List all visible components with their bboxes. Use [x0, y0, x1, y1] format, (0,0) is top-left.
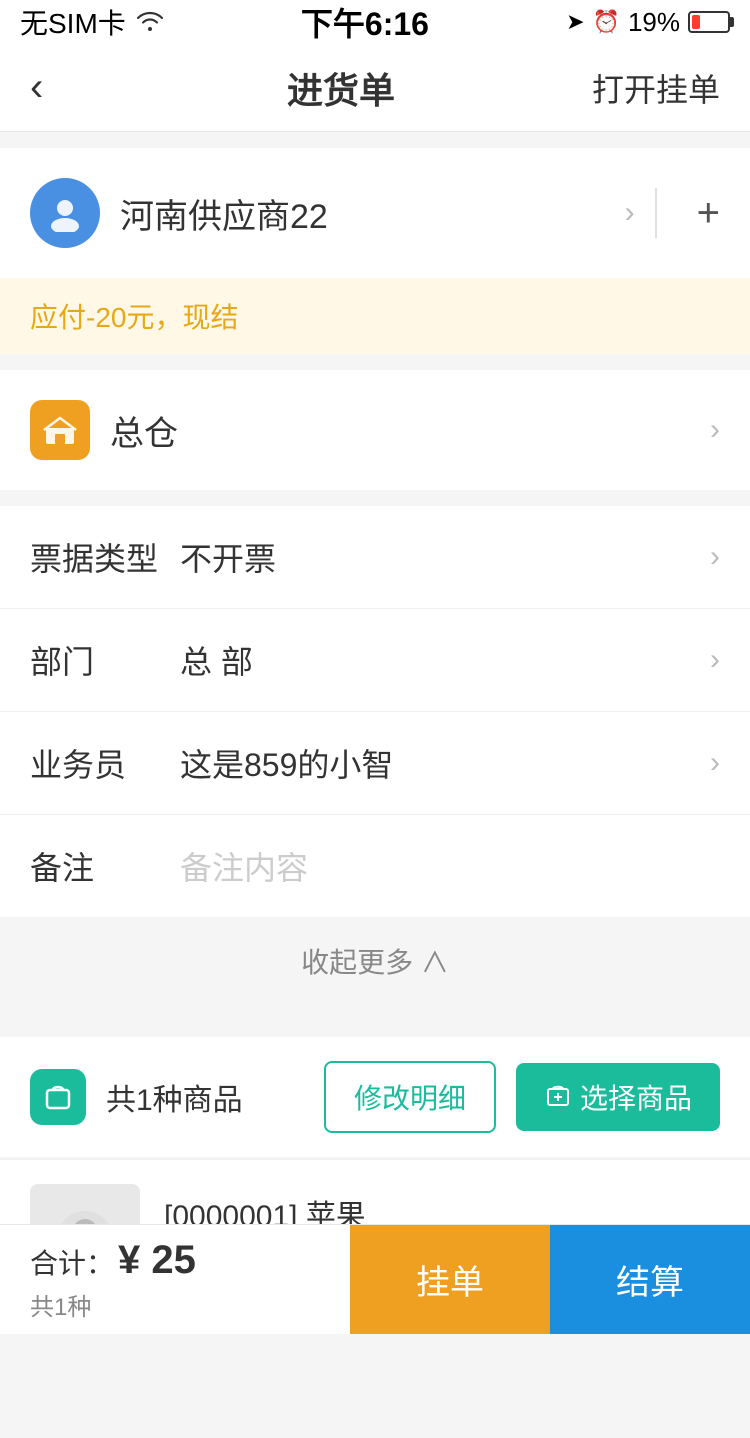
edit-details-button[interactable]: 修改明细 — [324, 1061, 496, 1133]
department-chevron-icon: › — [710, 643, 720, 677]
add-supplier-button[interactable]: + — [697, 191, 720, 236]
supplier-avatar — [30, 178, 100, 248]
department-row[interactable]: 部门 总 部 › — [0, 609, 750, 712]
salesperson-chevron-icon: › — [710, 746, 720, 780]
salesperson-row[interactable]: 业务员 这是859的小智 › — [0, 712, 750, 815]
divider-1 — [0, 132, 750, 148]
battery-pct-label: 19% — [628, 7, 680, 38]
nav-bar: ‹ 进货单 打开挂单 — [0, 44, 750, 132]
products-icon — [30, 1069, 86, 1125]
form-card: 票据类型 不开票 › 部门 总 部 › 业务员 这是859的小智 › 备注 备注… — [0, 506, 750, 917]
department-label: 部门 — [30, 637, 170, 683]
products-header: 共1种商品 修改明细 选择商品 — [0, 1037, 750, 1157]
invoice-chevron-icon: › — [710, 540, 720, 574]
status-left: 无SIM卡 — [20, 2, 164, 42]
back-button[interactable]: ‹ — [30, 65, 90, 110]
open-hang-button[interactable]: 打开挂单 — [592, 65, 720, 111]
supplier-row: 河南供应商22 › + — [0, 148, 750, 278]
page-title: 进货单 — [287, 62, 395, 114]
warning-banner: 应付-20元，现结 — [0, 278, 750, 354]
bottom-spacer — [0, 1318, 750, 1438]
products-count: 共1种商品 — [106, 1075, 304, 1119]
collapse-row[interactable]: 收起更多 ∧ — [0, 917, 750, 1005]
supplier-chevron-icon: › — [625, 196, 635, 230]
hang-button[interactable]: 挂单 — [350, 1225, 550, 1334]
remark-input[interactable]: 备注内容 — [170, 843, 720, 889]
invoice-value: 不开票 — [170, 534, 710, 580]
warehouse-icon — [30, 400, 90, 460]
status-bar: 无SIM卡 下午6:16 ➤ ⏰ 19% — [0, 0, 750, 44]
warehouse-name: 总仓 — [110, 406, 710, 455]
divider-2 — [0, 354, 750, 370]
total-count: 共1种 — [30, 1287, 320, 1322]
total-amount: ¥ 25 — [118, 1238, 196, 1283]
location-icon: ➤ — [566, 9, 584, 35]
supplier-card: 河南供应商22 › + 应付-20元，现结 — [0, 148, 750, 354]
salesperson-value: 这是859的小智 — [170, 740, 710, 786]
warehouse-chevron-icon: › — [710, 413, 720, 447]
remark-label: 备注 — [30, 843, 170, 889]
invoice-label: 票据类型 — [30, 534, 170, 580]
status-right: ➤ ⏰ 19% — [566, 7, 730, 38]
bottom-bar: 合计： ¥ 25 共1种 挂单 结算 — [0, 1224, 750, 1334]
divider-4 — [0, 1005, 750, 1021]
wifi-icon — [136, 6, 164, 38]
supplier-actions: › + — [625, 188, 720, 238]
battery-icon — [688, 11, 730, 33]
remark-row[interactable]: 备注 备注内容 — [0, 815, 750, 917]
invoice-row[interactable]: 票据类型 不开票 › — [0, 506, 750, 609]
supplier-divider — [655, 188, 657, 238]
select-product-label: 选择商品 — [580, 1077, 692, 1117]
select-product-button[interactable]: 选择商品 — [516, 1063, 720, 1131]
carrier-label: 无SIM卡 — [20, 2, 126, 42]
total-label: 合计： — [30, 1242, 114, 1282]
alarm-icon: ⏰ — [593, 9, 620, 35]
department-value: 总 部 — [170, 637, 710, 683]
salesperson-label: 业务员 — [30, 740, 170, 786]
time-label: 下午6:16 — [301, 0, 429, 45]
warehouse-row[interactable]: 总仓 › — [0, 370, 750, 490]
total-section: 合计： ¥ 25 共1种 — [0, 1225, 350, 1334]
divider-3 — [0, 490, 750, 506]
supplier-name[interactable]: 河南供应商22 — [120, 189, 625, 238]
checkout-button[interactable]: 结算 — [550, 1225, 750, 1334]
